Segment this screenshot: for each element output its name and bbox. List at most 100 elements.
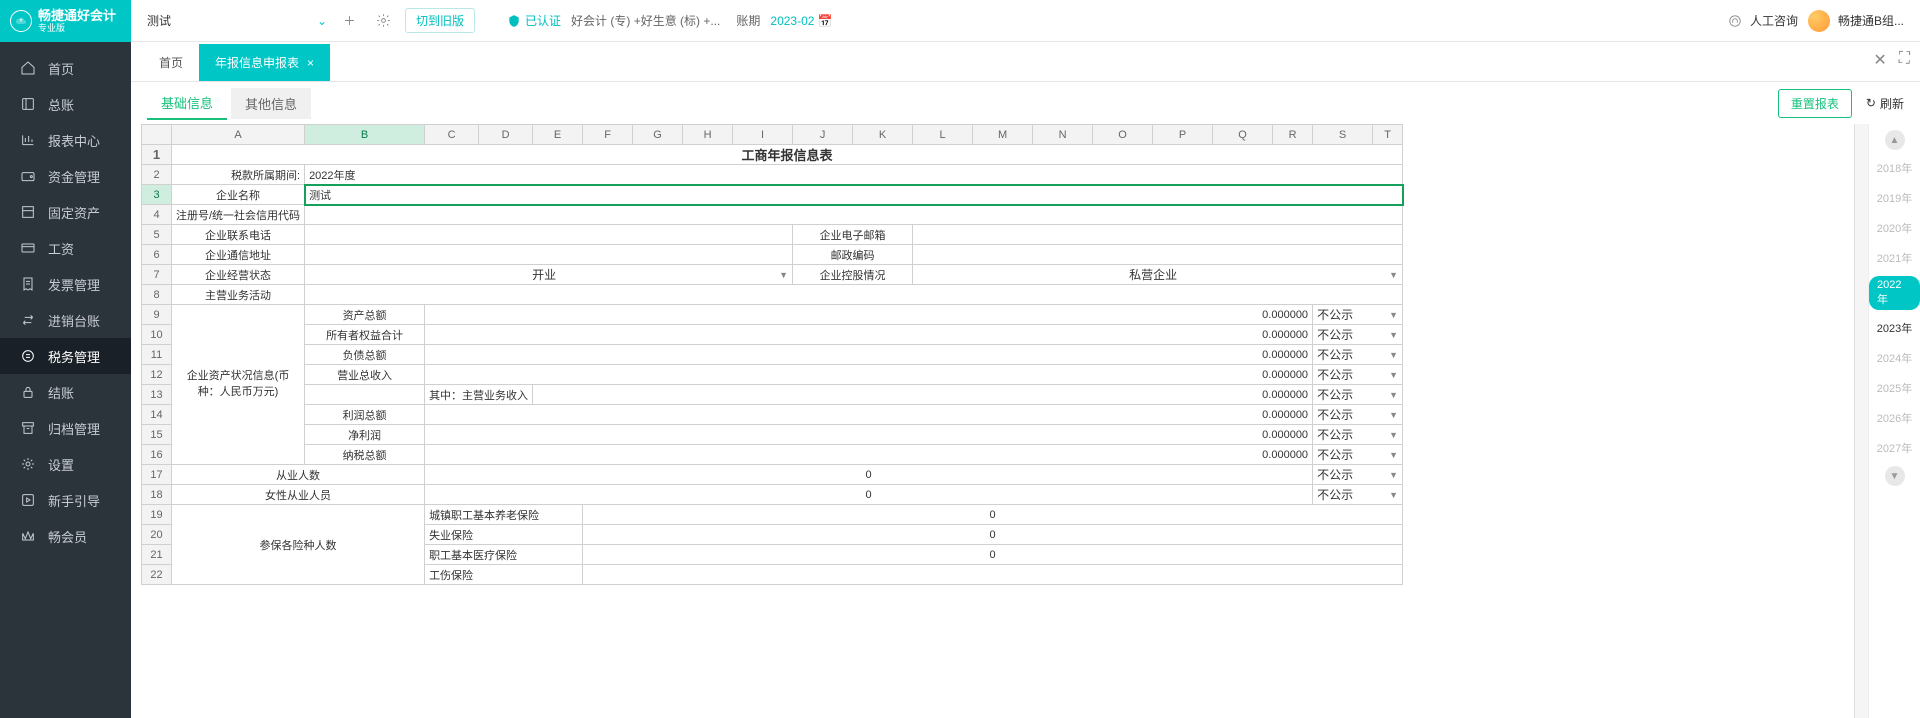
- col-header[interactable]: L: [913, 125, 973, 145]
- row-header[interactable]: 2: [142, 165, 172, 185]
- reset-button[interactable]: 重置报表: [1778, 89, 1852, 118]
- row-header[interactable]: 21: [142, 545, 172, 565]
- col-header[interactable]: D: [479, 125, 533, 145]
- tab-annual-report[interactable]: 年报信息申报表×: [199, 44, 330, 81]
- publish-select[interactable]: 不公示▼: [1313, 385, 1403, 405]
- publish-select[interactable]: 不公示▼: [1313, 425, 1403, 445]
- row-header[interactable]: 4: [142, 205, 172, 225]
- holding-select[interactable]: 私营企业▼: [913, 265, 1403, 285]
- row-header[interactable]: 15: [142, 425, 172, 445]
- publish-select[interactable]: 不公示▼: [1313, 305, 1403, 325]
- row-header[interactable]: 20: [142, 525, 172, 545]
- col-header[interactable]: E: [533, 125, 583, 145]
- female-val[interactable]: 0: [425, 485, 1313, 505]
- ins-val[interactable]: 0: [583, 505, 1403, 525]
- add-button[interactable]: [337, 9, 361, 33]
- col-header[interactable]: G: [633, 125, 683, 145]
- row-header[interactable]: 10: [142, 325, 172, 345]
- col-header[interactable]: J: [793, 125, 853, 145]
- nav-inout[interactable]: 进销台账: [0, 302, 131, 338]
- row-header[interactable]: 8: [142, 285, 172, 305]
- col-header[interactable]: K: [853, 125, 913, 145]
- asset-val[interactable]: 0.000000: [425, 405, 1313, 425]
- phone-input[interactable]: [305, 225, 793, 245]
- row-header[interactable]: 14: [142, 405, 172, 425]
- addr-input[interactable]: [305, 245, 793, 265]
- switch-old-button[interactable]: 切到旧版: [405, 8, 475, 33]
- close-tab-icon[interactable]: ×: [307, 56, 314, 70]
- col-header[interactable]: C: [425, 125, 479, 145]
- asset-val[interactable]: 0.000000: [425, 445, 1313, 465]
- asset-val[interactable]: 0.000000: [425, 325, 1313, 345]
- col-header[interactable]: O: [1093, 125, 1153, 145]
- period-value[interactable]: 2022年度: [305, 165, 1403, 185]
- publish-select[interactable]: 不公示▼: [1313, 465, 1403, 485]
- col-header[interactable]: T: [1373, 125, 1403, 145]
- vertical-scrollbar[interactable]: [1854, 124, 1868, 718]
- year-option[interactable]: 2020年: [1877, 216, 1912, 240]
- publish-select[interactable]: 不公示▼: [1313, 405, 1403, 425]
- col-header[interactable]: [142, 125, 172, 145]
- settings-icon[interactable]: [371, 9, 395, 33]
- col-header[interactable]: S: [1313, 125, 1373, 145]
- row-header[interactable]: 7: [142, 265, 172, 285]
- close-all-icon[interactable]: ✕: [1873, 50, 1886, 70]
- mainbiz-input[interactable]: [305, 285, 1403, 305]
- year-option[interactable]: 2026年: [1877, 406, 1912, 430]
- nav-vip[interactable]: 畅会员: [0, 518, 131, 554]
- nav-archive[interactable]: 归档管理: [0, 410, 131, 446]
- refresh-button[interactable]: ↻刷新: [1866, 95, 1904, 112]
- nav-home[interactable]: 首页: [0, 50, 131, 86]
- col-header[interactable]: R: [1273, 125, 1313, 145]
- row-header[interactable]: 17: [142, 465, 172, 485]
- company-input[interactable]: 测试: [305, 185, 1403, 205]
- emp-val[interactable]: 0: [425, 465, 1313, 485]
- nav-salary[interactable]: 工资: [0, 230, 131, 266]
- spreadsheet[interactable]: ABCDEFGHIJKLMNOPQRST1工商年报信息表2税款所属期间:2022…: [131, 124, 1854, 718]
- year-option[interactable]: 2024年: [1877, 346, 1912, 370]
- year-option[interactable]: 2018年: [1877, 156, 1912, 180]
- row-header[interactable]: 18: [142, 485, 172, 505]
- year-option[interactable]: 2019年: [1877, 186, 1912, 210]
- nav-funds[interactable]: 资金管理: [0, 158, 131, 194]
- publish-select[interactable]: 不公示▼: [1313, 345, 1403, 365]
- year-option[interactable]: 2023年: [1877, 316, 1912, 340]
- asset-val[interactable]: 0.000000: [425, 305, 1313, 325]
- publish-select[interactable]: 不公示▼: [1313, 445, 1403, 465]
- asset-val[interactable]: 0.000000: [425, 365, 1313, 385]
- col-header[interactable]: A: [172, 125, 305, 145]
- publish-select[interactable]: 不公示▼: [1313, 365, 1403, 385]
- col-header[interactable]: M: [973, 125, 1033, 145]
- tab-home[interactable]: 首页: [143, 44, 199, 81]
- row-header[interactable]: 19: [142, 505, 172, 525]
- user-menu[interactable]: 畅捷通B组...: [1808, 10, 1904, 32]
- subtab-other[interactable]: 其他信息: [231, 88, 311, 119]
- year-up-icon[interactable]: ▲: [1885, 130, 1905, 150]
- email-input[interactable]: [913, 225, 1403, 245]
- col-header[interactable]: F: [583, 125, 633, 145]
- row-header[interactable]: 16: [142, 445, 172, 465]
- subtab-basic[interactable]: 基础信息: [147, 87, 227, 120]
- company-select[interactable]: 测试⌄: [147, 12, 327, 29]
- asset-val[interactable]: 0.000000: [533, 385, 1313, 405]
- ins-val[interactable]: 0: [583, 545, 1403, 565]
- nav-guide[interactable]: 新手引导: [0, 482, 131, 518]
- nav-reports[interactable]: 报表中心: [0, 122, 131, 158]
- row-header[interactable]: 22: [142, 565, 172, 585]
- year-down-icon[interactable]: ▼: [1885, 466, 1905, 486]
- col-header[interactable]: B: [305, 125, 425, 145]
- year-option[interactable]: 2027年: [1877, 436, 1912, 460]
- nav-close[interactable]: 结账: [0, 374, 131, 410]
- expand-icon[interactable]: ⛶: [1899, 50, 1910, 70]
- col-header[interactable]: N: [1033, 125, 1093, 145]
- row-header[interactable]: 13: [142, 385, 172, 405]
- status-select[interactable]: 开业▼: [305, 265, 793, 285]
- year-option[interactable]: 2025年: [1877, 376, 1912, 400]
- reg-input[interactable]: [305, 205, 1403, 225]
- col-header[interactable]: H: [683, 125, 733, 145]
- row-header[interactable]: 12: [142, 365, 172, 385]
- period-select[interactable]: 2023-02 📅: [770, 14, 832, 28]
- asset-val[interactable]: 0.000000: [425, 425, 1313, 445]
- row-header[interactable]: 11: [142, 345, 172, 365]
- support-link[interactable]: 人工咨询: [1728, 12, 1798, 29]
